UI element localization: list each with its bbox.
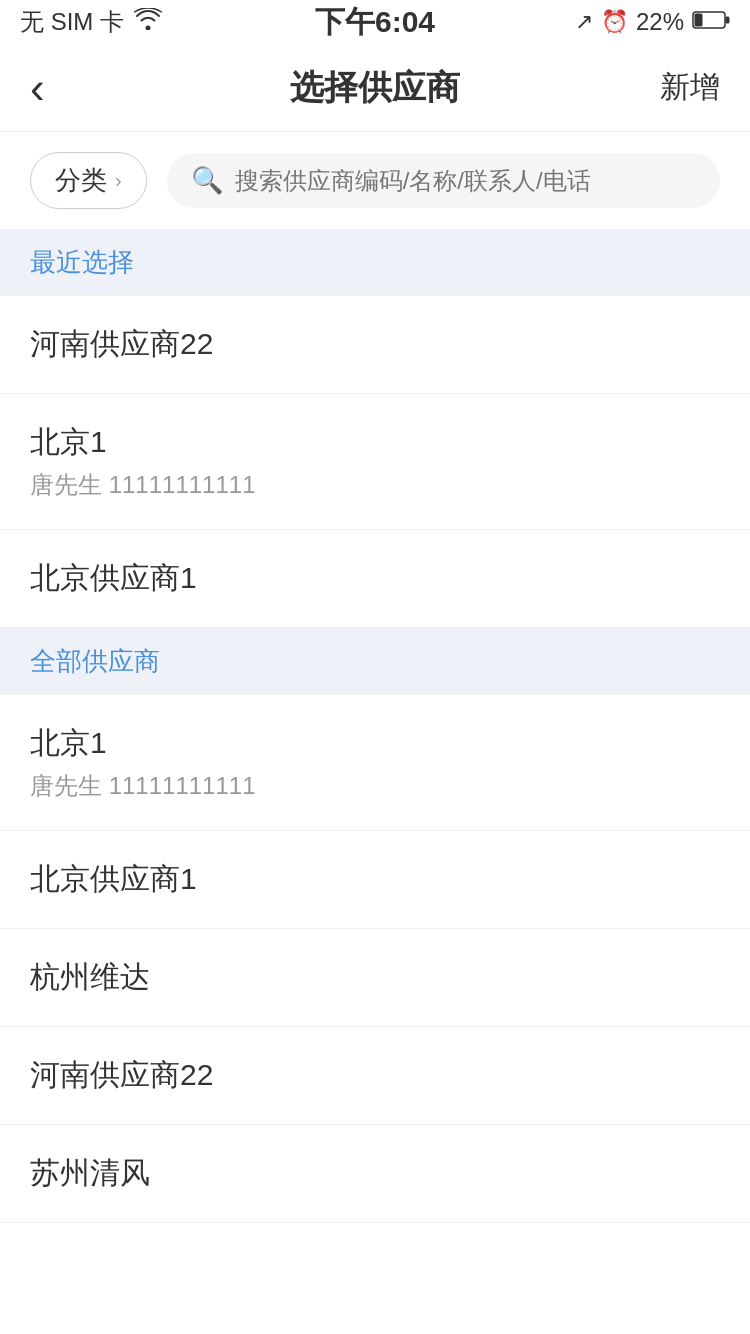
carrier-text: 无 SIM 卡 bbox=[20, 6, 124, 38]
nav-bar: ‹ 选择供应商 新增 bbox=[0, 44, 750, 132]
item-name: 北京供应商1 bbox=[30, 859, 720, 900]
status-right: ↗ ⏰ 22% bbox=[575, 8, 730, 36]
list-item[interactable]: 杭州维达 bbox=[0, 929, 750, 1027]
item-name: 北京1 bbox=[30, 723, 720, 764]
all-list: 北京1 唐先生 11111111111 北京供应商1 杭州维达 河南供应商22 … bbox=[0, 695, 750, 1223]
category-button[interactable]: 分类 › bbox=[30, 152, 147, 209]
page-title: 选择供应商 bbox=[290, 65, 460, 111]
location-icon: ↗ bbox=[575, 9, 593, 35]
list-item[interactable]: 北京1 唐先生 11111111111 bbox=[0, 695, 750, 831]
chevron-right-icon: › bbox=[115, 169, 122, 192]
item-name: 北京1 bbox=[30, 422, 720, 463]
search-box[interactable]: 🔍 bbox=[167, 153, 720, 208]
svg-rect-1 bbox=[726, 17, 730, 24]
item-sub: 唐先生 11111111111 bbox=[30, 469, 720, 501]
status-left: 无 SIM 卡 bbox=[20, 6, 162, 38]
filter-bar: 分类 › 🔍 bbox=[0, 132, 750, 229]
wifi-icon bbox=[134, 8, 162, 36]
category-label: 分类 bbox=[55, 163, 107, 198]
item-name: 苏州清风 bbox=[30, 1153, 720, 1194]
list-item[interactable]: 北京供应商1 bbox=[0, 530, 750, 628]
new-action-button[interactable]: 新增 bbox=[660, 67, 720, 108]
battery-icon bbox=[692, 8, 730, 36]
item-name: 杭州维达 bbox=[30, 957, 720, 998]
battery-text: 22% bbox=[636, 8, 684, 36]
recent-section-header: 最近选择 bbox=[0, 229, 750, 296]
recent-list: 河南供应商22 北京1 唐先生 11111111111 北京供应商1 bbox=[0, 296, 750, 628]
back-button[interactable]: ‹ bbox=[30, 63, 90, 113]
search-icon: 🔍 bbox=[191, 165, 223, 196]
item-name: 河南供应商22 bbox=[30, 324, 720, 365]
list-item[interactable]: 河南供应商22 bbox=[0, 1027, 750, 1125]
status-bar: 无 SIM 卡 下午6:04 ↗ ⏰ 22% bbox=[0, 0, 750, 44]
item-name: 北京供应商1 bbox=[30, 558, 720, 599]
list-item[interactable]: 北京1 唐先生 11111111111 bbox=[0, 394, 750, 530]
all-section-header: 全部供应商 bbox=[0, 628, 750, 695]
list-item[interactable]: 苏州清风 bbox=[0, 1125, 750, 1223]
item-sub: 唐先生 11111111111 bbox=[30, 770, 720, 802]
list-item[interactable]: 河南供应商22 bbox=[0, 296, 750, 394]
status-time: 下午6:04 bbox=[315, 2, 435, 43]
search-input[interactable] bbox=[235, 167, 696, 195]
list-item[interactable]: 北京供应商1 bbox=[0, 831, 750, 929]
item-name: 河南供应商22 bbox=[30, 1055, 720, 1096]
svg-rect-2 bbox=[695, 14, 703, 27]
alarm-icon: ⏰ bbox=[601, 9, 628, 35]
